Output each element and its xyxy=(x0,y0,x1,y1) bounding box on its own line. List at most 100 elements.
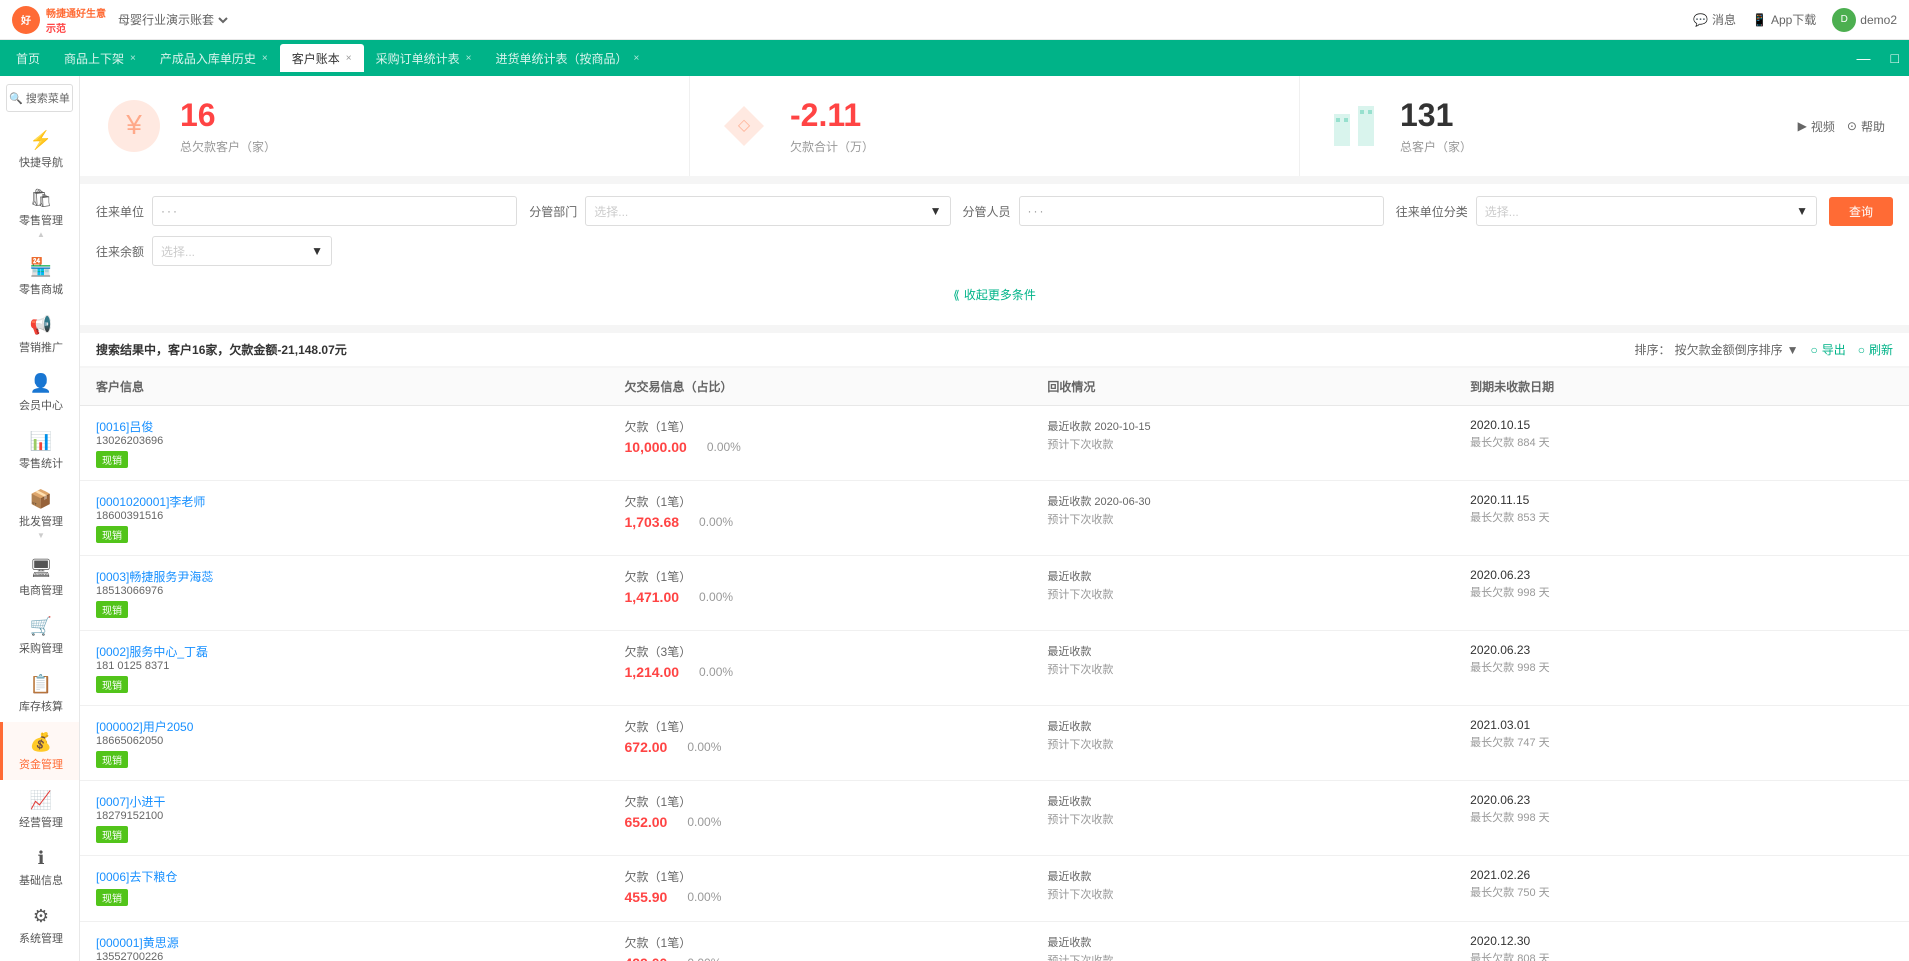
logo-area: 好 畅捷通好生意 示范 xyxy=(12,5,106,35)
sidebar-item-purchase[interactable]: 🛒 采购管理 xyxy=(0,606,79,664)
customer-name-link[interactable]: [000001]黄思源 xyxy=(96,934,617,951)
close-tab-icon[interactable]: × xyxy=(262,53,268,64)
view-btn[interactable]: ▶ 视频 xyxy=(1798,118,1835,135)
overdue-cell: 2020.12.30 最长欠款 808 天 xyxy=(1470,934,1893,961)
last-collection: 最近收款 xyxy=(1047,934,1462,950)
ecommerce-icon: 🖥 xyxy=(30,558,53,579)
table-row: [000002]用户2050 18665062050 现销 欠款（1笔） 672… xyxy=(80,706,1909,781)
customer-name-link[interactable]: [0003]畅捷服务尹海蕊 xyxy=(96,568,617,585)
sidebar-item-member-center[interactable]: 👤 会员中心 xyxy=(0,363,79,421)
maximize-btn[interactable]: □ xyxy=(1885,50,1905,66)
sidebar-item-ecommerce[interactable]: 🖥 电商管理 xyxy=(0,548,79,606)
debt-amount: 672.00 xyxy=(625,739,668,755)
overdue-cell: 2020.11.15 最长欠款 853 天 xyxy=(1470,493,1893,543)
main-content: ¥ 16 总欠款客户（家） ◇ -2.11 欠款合计（万） xyxy=(80,76,1909,961)
collapse-btn[interactable]: ⟪ 收起更多条件 xyxy=(96,282,1893,307)
sidebar-item-marketing[interactable]: 📢 营销推广 xyxy=(0,305,79,363)
tab-production-history[interactable]: 产成品入库单历史 × xyxy=(148,44,280,72)
manager-input[interactable]: ··· xyxy=(1019,196,1384,226)
customer-name-link[interactable]: [000002]用户2050 xyxy=(96,718,617,735)
tab-purchase-summary[interactable]: 采购订单统计表 × xyxy=(364,44,484,72)
customer-name-link[interactable]: [0007]小进干 xyxy=(96,793,617,810)
dept-label: 分管部门 xyxy=(529,203,577,220)
results-info: 搜索结果中，客户16家，欠款金额-21,148.07元 xyxy=(96,341,347,358)
debt-info-cell: 欠款（1笔） 652.00 0.00% xyxy=(625,793,1048,843)
debt-row: 1,471.00 0.00% xyxy=(625,585,1040,609)
debt-amount: 455.90 xyxy=(625,889,668,905)
from-balance-select[interactable]: 选择... ▼ xyxy=(152,236,332,266)
refresh-btn[interactable]: ○ 刷新 xyxy=(1858,341,1893,358)
filter-group-from-unit: 往来单位 ··· xyxy=(96,196,517,226)
debt-count: 欠款（1笔） xyxy=(625,868,1040,885)
close-tab-icon[interactable]: × xyxy=(466,53,472,64)
sort-select[interactable]: 排序： 按欠款金额倒序排序 ▼ xyxy=(1635,341,1799,358)
manager-label: 分管人员 xyxy=(963,203,1011,220)
customer-info-cell: [0006]去下粮仓 现销 xyxy=(96,868,625,909)
tab-purchase-stats[interactable]: 进货单统计表（按商品） × xyxy=(483,44,651,72)
filter-area: 往来单位 ··· 分管部门 选择... ▼ 分管人员 ··· xyxy=(80,184,1909,325)
dept-select[interactable]: 选择... ▼ xyxy=(585,196,950,226)
debt-row: 652.00 0.00% xyxy=(625,810,1040,834)
sidebar-item-inventory[interactable]: 📋 库存核算 xyxy=(0,664,79,722)
customer-phone: 13552700226 xyxy=(96,951,617,961)
last-collection: 最近收款 xyxy=(1047,793,1462,809)
message-btn[interactable]: 💬 消息 xyxy=(1693,11,1736,28)
last-collection: 最近收款 xyxy=(1047,868,1462,884)
minimize-btn[interactable]: — xyxy=(1851,50,1877,66)
debt-amount: 1,214.00 xyxy=(625,664,680,680)
debt-amount: 652.00 xyxy=(625,814,668,830)
overdue-days: 最长欠款 808 天 xyxy=(1470,950,1893,961)
customer-name-link[interactable]: [0016]吕俊 xyxy=(96,418,617,435)
company-select[interactable]: 母婴行业演示账套 xyxy=(114,12,231,28)
debt-info-cell: 欠款（3笔） 1,214.00 0.00% xyxy=(625,643,1048,693)
refresh-icon: ○ xyxy=(1858,343,1865,357)
user-avatar-btn[interactable]: D demo2 xyxy=(1832,8,1897,32)
unit-category-select[interactable]: 选择... ▼ xyxy=(1476,196,1817,226)
debt-info-cell: 欠款（1笔） 672.00 0.00% xyxy=(625,718,1048,768)
from-unit-input[interactable]: ··· xyxy=(152,196,517,226)
table-row: [0006]去下粮仓 现销 欠款（1笔） 455.90 0.00% 最近收款 预… xyxy=(80,856,1909,922)
customer-info-cell: [0001020001]李老师 18600391516 现销 xyxy=(96,493,625,543)
debt-percent: 0.00% xyxy=(707,440,741,454)
overdue-days: 最长欠款 853 天 xyxy=(1470,509,1893,525)
close-tab-icon[interactable]: × xyxy=(346,53,352,64)
help-btn[interactable]: ⊙ 帮助 xyxy=(1847,118,1885,135)
sidebar-item-finance[interactable]: 💰 资金管理 xyxy=(0,722,79,780)
view-help: ▶ 视频 ⊙ 帮助 xyxy=(1798,118,1885,135)
overdue-date: 2021.02.26 xyxy=(1470,868,1893,882)
overdue-cell: 2020.10.15 最长欠款 884 天 xyxy=(1470,418,1893,468)
inventory-icon: 📋 xyxy=(30,674,52,695)
overdue-cell: 2020.06.23 最长欠款 998 天 xyxy=(1470,793,1893,843)
sidebar-item-quick-nav[interactable]: ⚡ 快捷导航 xyxy=(0,120,79,178)
customer-name-link[interactable]: [0006]去下粮仓 xyxy=(96,868,617,885)
search-btn[interactable]: 查询 xyxy=(1829,197,1893,226)
from-balance-label: 往来余额 xyxy=(96,243,144,260)
sidebar-item-retail-stats[interactable]: 📊 零售统计 xyxy=(0,421,79,479)
unit-category-label: 往来单位分类 xyxy=(1396,203,1468,220)
message-icon: 💬 xyxy=(1693,13,1708,27)
customer-name-link[interactable]: [0002]服务中心_丁磊 xyxy=(96,643,617,660)
close-tab-icon[interactable]: × xyxy=(130,53,136,64)
sidebar-item-business[interactable]: 📈 经营管理 xyxy=(0,780,79,838)
sidebar-item-basic-info[interactable]: ℹ 基础信息 xyxy=(0,838,79,896)
sidebar-item-retail-mall[interactable]: 🏪 零售商城 xyxy=(0,247,79,305)
building-icon xyxy=(1326,98,1382,154)
sidebar-item-system[interactable]: ⚙ 系统管理 xyxy=(0,896,79,954)
tab-customer-account[interactable]: 客户账本 × xyxy=(280,44,364,72)
col-header-customer: 客户信息 xyxy=(96,378,625,395)
tab-product-offshelf[interactable]: 商品上下架 × xyxy=(52,44,148,72)
export-btn[interactable]: ○ 导出 xyxy=(1810,341,1845,358)
customer-info-cell: [0003]畅捷服务尹海蕊 18513066976 现销 xyxy=(96,568,625,618)
table-row: [0016]吕俊 13026203696 现销 欠款（1笔） 10,000.00… xyxy=(80,406,1909,481)
retail-management-icon: 🛍 xyxy=(30,188,53,209)
app-download-btn[interactable]: 📱 App下载 xyxy=(1752,11,1816,28)
tab-home[interactable]: 首页 xyxy=(4,44,52,72)
customer-name-link[interactable]: [0001020001]李老师 xyxy=(96,493,617,510)
sidebar-item-batch-management[interactable]: 📦 批发管理 ▼ xyxy=(0,479,79,548)
collection-cell: 最近收款 预计下次收款 xyxy=(1047,868,1470,909)
sidebar-item-retail-management[interactable]: 🛍 零售管理 ▲ xyxy=(0,178,79,247)
sidebar-item-enterprise[interactable]: 🤝 企业协同 xyxy=(0,954,79,961)
retail-mall-icon: 🏪 xyxy=(30,257,52,278)
close-tab-icon[interactable]: × xyxy=(633,53,639,64)
search-menu-btn[interactable]: 🔍 搜索菜单 xyxy=(6,84,73,112)
